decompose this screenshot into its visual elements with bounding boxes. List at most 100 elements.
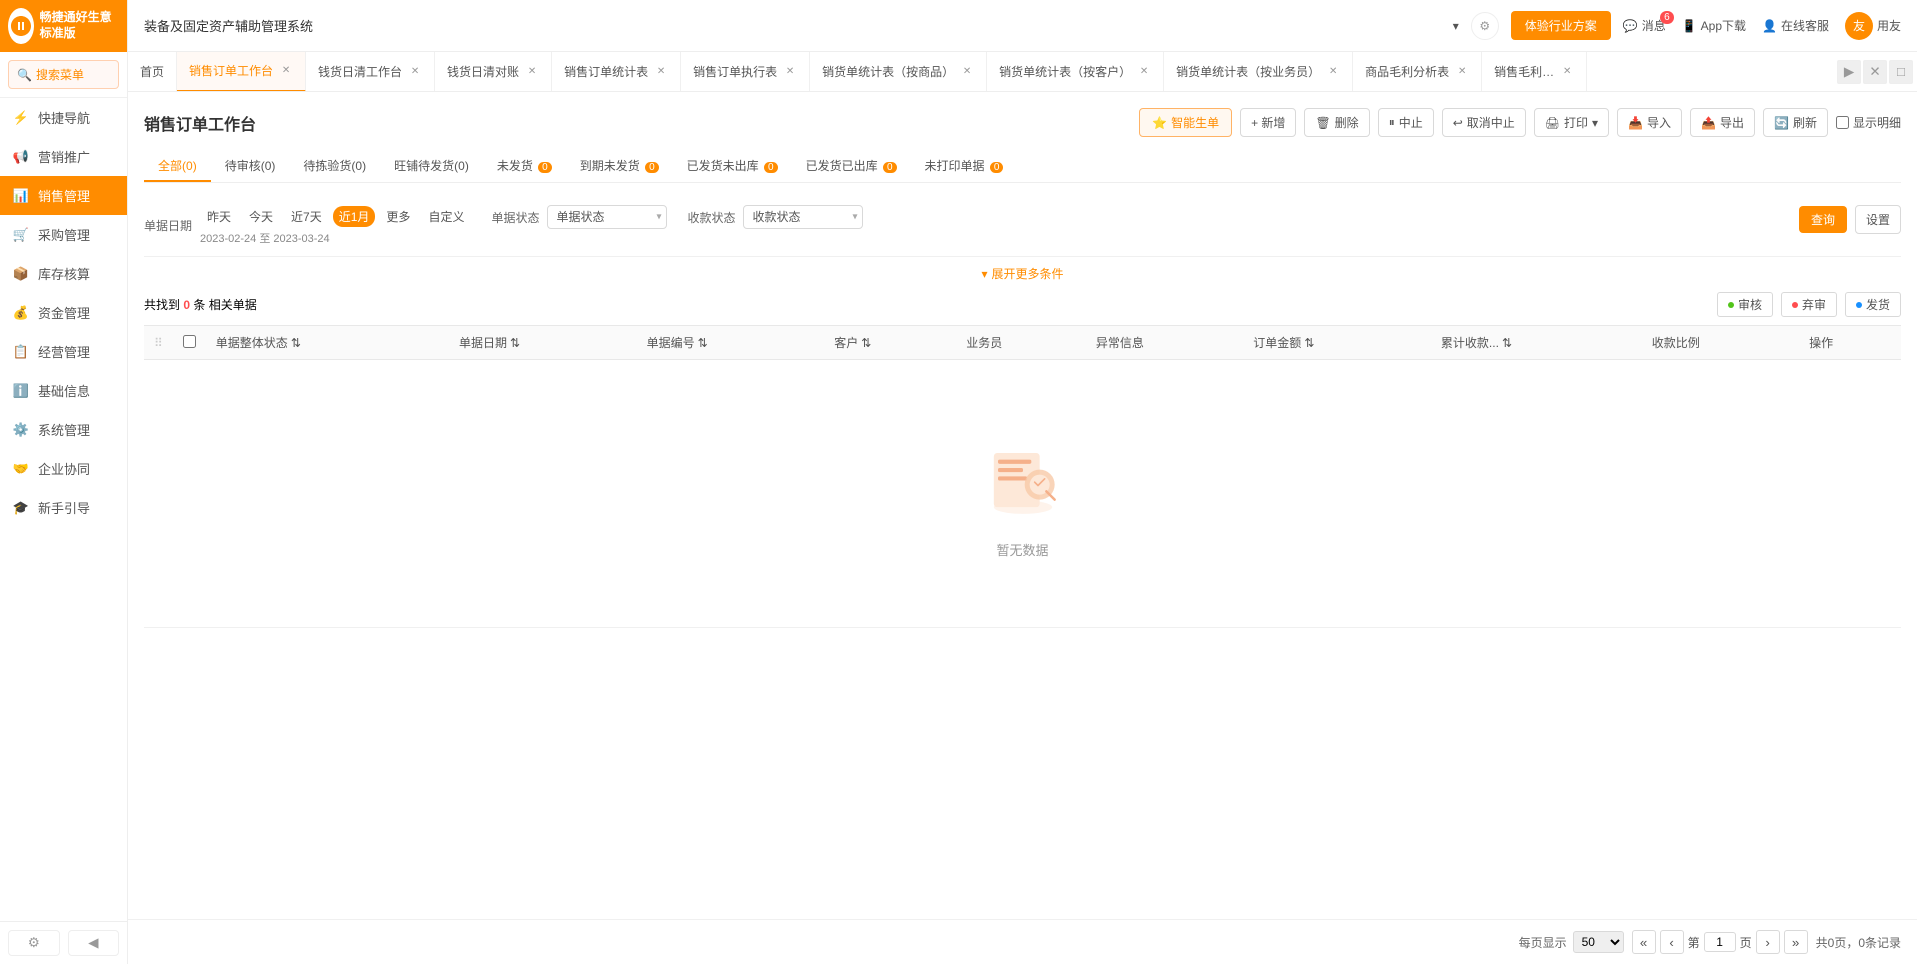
tab-sales-exec[interactable]: 销售订单执行表 ✕ bbox=[681, 52, 810, 92]
sidebar-item-inventory[interactable]: 📦 库存核算 bbox=[0, 254, 127, 293]
tab-ship-stat-product[interactable]: 销货单统计表（按商品） ✕ bbox=[810, 52, 987, 92]
date-btn-7days[interactable]: 近7天 bbox=[284, 205, 329, 228]
tab-close-all-button[interactable]: ✕ bbox=[1863, 60, 1887, 84]
sidebar-item-quicknav[interactable]: ⚡ 快捷导航 bbox=[0, 98, 127, 137]
message-button[interactable]: 💬 消息 6 bbox=[1623, 17, 1666, 34]
page-header: 销售订单工作台 ⭐ 智能生单 + 新增 🗑 删除 ⏸ 中止 bbox=[144, 108, 1901, 137]
sidebar-item-marketing[interactable]: 📢 营销推广 bbox=[0, 137, 127, 176]
industry-plan-button[interactable]: 体验行业方案 bbox=[1511, 11, 1611, 40]
query-button[interactable]: 查询 bbox=[1799, 206, 1847, 233]
add-button[interactable]: + 新增 bbox=[1240, 108, 1296, 137]
sidebar-item-basic[interactable]: ℹ️ 基础信息 bbox=[0, 371, 127, 410]
select-all-checkbox[interactable] bbox=[183, 335, 196, 348]
system-title-dropdown[interactable]: ▾ bbox=[1453, 19, 1459, 33]
tab-close-daily-cash[interactable]: ✕ bbox=[408, 65, 422, 79]
sidebar-item-purchase[interactable]: 🛒 采购管理 bbox=[0, 215, 127, 254]
sidebar-item-sales[interactable]: 📊 销售管理 bbox=[0, 176, 127, 215]
sort-icon: ⇅ bbox=[1304, 336, 1314, 350]
import-button[interactable]: 📥 导入 bbox=[1617, 108, 1682, 137]
tab-sales-workbench[interactable]: 销售订单工作台 ✕ bbox=[177, 52, 306, 92]
sidebar-collapse-button[interactable]: ◀ bbox=[68, 930, 120, 956]
online-service-button[interactable]: 👤 在线客服 bbox=[1762, 17, 1829, 34]
sort-date[interactable]: 单据日期 ⇅ bbox=[459, 334, 627, 351]
date-btn-yesterday[interactable]: 昨天 bbox=[200, 205, 238, 228]
tab-close-sales-exec[interactable]: ✕ bbox=[783, 65, 797, 79]
status-select[interactable]: 单据状态 bbox=[547, 205, 667, 229]
th-exception: 异常信息 bbox=[1086, 326, 1243, 360]
tab-sales-stat[interactable]: 销售订单统计表 ✕ bbox=[552, 52, 681, 92]
export-button[interactable]: 📤 导出 bbox=[1690, 108, 1755, 137]
filter-tab-not-printed[interactable]: 未打印单据 0 bbox=[911, 151, 1018, 182]
page-number-input[interactable] bbox=[1704, 932, 1736, 952]
payment-select[interactable]: 收款状态 bbox=[743, 205, 863, 229]
tab-home[interactable]: 首页 bbox=[128, 52, 177, 92]
filter-tab-pending-review[interactable]: 待审核(0) bbox=[211, 151, 290, 182]
ship-button[interactable]: 发货 bbox=[1845, 292, 1901, 317]
refresh-button[interactable]: 🔄 刷新 bbox=[1763, 108, 1828, 137]
sidebar-settings-button[interactable]: ⚙ bbox=[8, 930, 60, 956]
tab-close-ship-stat-product[interactable]: ✕ bbox=[960, 65, 974, 79]
tab-reconcile[interactable]: 钱货日清对账 ✕ bbox=[435, 52, 552, 92]
tab-scroll-right-button[interactable]: ▶ bbox=[1837, 60, 1861, 84]
cancel-audit-button[interactable]: 弃审 bbox=[1781, 292, 1837, 317]
sort-customer[interactable]: 客户 ⇅ bbox=[834, 334, 946, 351]
sidebar-item-management[interactable]: 📋 经营管理 bbox=[0, 332, 127, 371]
show-detail-checkbox[interactable] bbox=[1836, 116, 1849, 129]
tab-close-sales-workbench[interactable]: ✕ bbox=[279, 64, 293, 78]
filter-tab-overdue-ship[interactable]: 到期未发货 0 bbox=[566, 151, 673, 182]
topbar-settings-button[interactable]: ⚙ bbox=[1471, 12, 1499, 40]
wallet-icon: 💰 bbox=[12, 304, 30, 322]
tab-close-ship-stat-customer[interactable]: ✕ bbox=[1137, 65, 1151, 79]
sort-amount[interactable]: 订单金额 ⇅ bbox=[1253, 334, 1421, 351]
tab-close-sales-gross[interactable]: ✕ bbox=[1560, 65, 1574, 79]
sort-number[interactable]: 单据编号 ⇅ bbox=[647, 334, 815, 351]
filter-tab-shipped-out[interactable]: 已发货已出库 0 bbox=[792, 151, 911, 182]
table-wrap: ⠿ 单据整体状态 ⇅ bbox=[144, 325, 1901, 628]
tab-gross-profit[interactable]: 商品毛利分析表 ✕ bbox=[1353, 52, 1482, 92]
delete-button[interactable]: 🗑 删除 bbox=[1304, 108, 1369, 137]
filter-tab-shipped-not-out[interactable]: 已发货未出库 0 bbox=[673, 151, 792, 182]
date-btn-more[interactable]: 更多 bbox=[379, 205, 417, 228]
smart-create-button[interactable]: ⭐ 智能生单 bbox=[1139, 108, 1232, 137]
sidebar-item-finance[interactable]: 💰 资金管理 bbox=[0, 293, 127, 332]
expand-conditions-button[interactable]: ▾ 展开更多条件 bbox=[981, 265, 1063, 282]
date-btn-today[interactable]: 今天 bbox=[242, 205, 280, 228]
audit-button[interactable]: 审核 bbox=[1717, 292, 1773, 317]
filter-settings-button[interactable]: 设置 bbox=[1855, 205, 1901, 234]
tab-close-reconcile[interactable]: ✕ bbox=[525, 65, 539, 79]
sidebar-item-system[interactable]: ⚙️ 系统管理 bbox=[0, 410, 127, 449]
pause-button[interactable]: ⏸ 中止 bbox=[1378, 108, 1434, 137]
prev-page-button[interactable]: ‹ bbox=[1660, 930, 1684, 954]
app-download-button[interactable]: 📱 App下载 bbox=[1682, 17, 1746, 34]
date-btn-custom[interactable]: 自定义 bbox=[421, 205, 471, 228]
tab-sales-gross[interactable]: 销售毛利… ✕ bbox=[1482, 52, 1587, 92]
per-page-select[interactable]: 20 50 100 bbox=[1573, 931, 1624, 953]
th-action: 操作 bbox=[1799, 326, 1901, 360]
filter-tab-not-shipped[interactable]: 未发货 0 bbox=[483, 151, 566, 182]
tab-ship-stat-customer[interactable]: 销货单统计表（按客户） ✕ bbox=[987, 52, 1164, 92]
tab-ship-stat-staff[interactable]: 销货单统计表（按业务员） ✕ bbox=[1164, 52, 1353, 92]
print-button[interactable]: 🖨 打印 ▾ bbox=[1534, 108, 1609, 137]
filter-tab-all[interactable]: 全部(0) bbox=[144, 151, 211, 182]
filter-tab-shop-pending[interactable]: 旺铺待发货(0) bbox=[380, 151, 483, 182]
search-menu-button[interactable]: 🔍 搜索菜单 bbox=[8, 60, 119, 89]
show-detail-checkbox-label[interactable]: 显示明细 bbox=[1836, 114, 1901, 131]
sort-status[interactable]: 单据整体状态 ⇅ bbox=[216, 334, 439, 351]
first-page-button[interactable]: « bbox=[1632, 930, 1656, 954]
sort-collected[interactable]: 累计收款... ⇅ bbox=[1441, 334, 1632, 351]
tab-daily-cash[interactable]: 钱货日清工作台 ✕ bbox=[306, 52, 435, 92]
user-menu[interactable]: 友 用友 bbox=[1845, 12, 1901, 40]
date-range-display: 2023-02-24 至 2023-03-24 bbox=[200, 230, 471, 246]
download-icon: 📱 bbox=[1682, 19, 1697, 33]
filter-tab-pending-check[interactable]: 待拣验货(0) bbox=[289, 151, 380, 182]
tab-close-ship-stat-staff[interactable]: ✕ bbox=[1326, 65, 1340, 79]
cancel-pause-button[interactable]: ↩ 取消中止 bbox=[1442, 108, 1526, 137]
tab-close-gross-profit[interactable]: ✕ bbox=[1455, 65, 1469, 79]
next-page-button[interactable]: › bbox=[1756, 930, 1780, 954]
date-btn-1month[interactable]: 近1月 bbox=[333, 206, 376, 227]
sidebar-item-guide[interactable]: 🎓 新手引导 bbox=[0, 488, 127, 527]
sidebar-item-collab[interactable]: 🤝 企业协同 bbox=[0, 449, 127, 488]
tab-close-sales-stat[interactable]: ✕ bbox=[654, 65, 668, 79]
tab-maximize-button[interactable]: □ bbox=[1889, 60, 1913, 84]
last-page-button[interactable]: » bbox=[1784, 930, 1808, 954]
